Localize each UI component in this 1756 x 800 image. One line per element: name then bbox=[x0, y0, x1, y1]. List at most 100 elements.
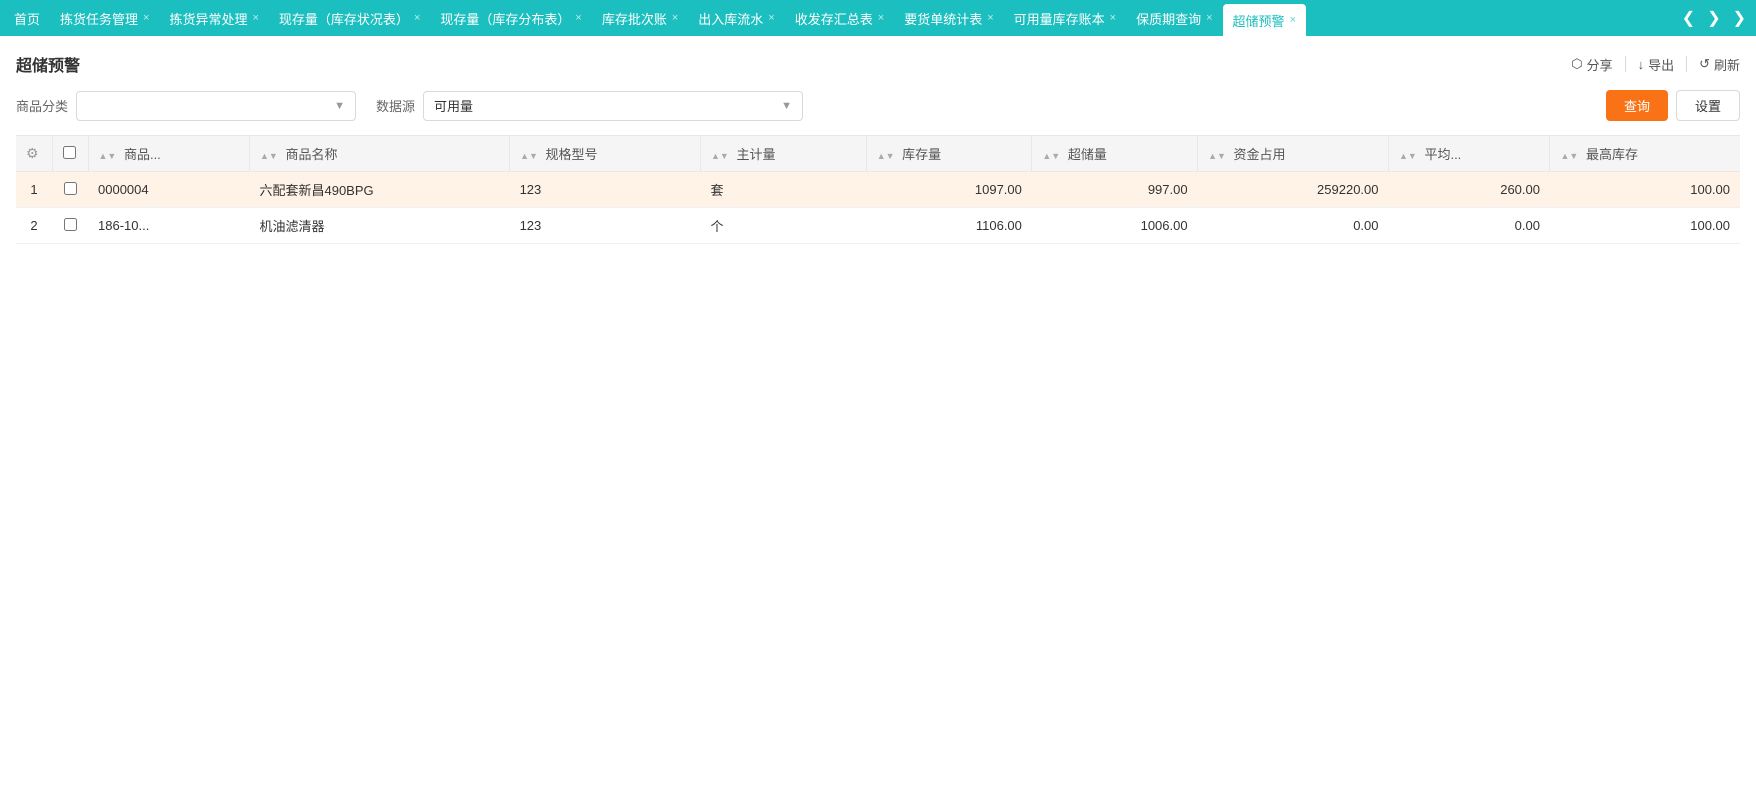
nav-batch[interactable]: 库存批次账 × bbox=[592, 0, 688, 36]
checkbox-col-header bbox=[52, 136, 88, 172]
close-icon[interactable]: × bbox=[768, 12, 774, 24]
col-over-stock: ▲▼ 超储量 bbox=[1032, 136, 1198, 172]
sort-icon[interactable]: ▲▼ bbox=[1560, 151, 1578, 161]
unit: 套 bbox=[700, 172, 866, 208]
close-icon[interactable]: × bbox=[252, 12, 258, 24]
spec: 123 bbox=[510, 208, 701, 244]
top-nav: 首页 拣货任务管理 × 拣货异常处理 × 现存量（库存状况表） × 现存量（库存… bbox=[0, 0, 1756, 36]
table-row[interactable]: 1 0000004 六配套新昌490BPG 123 套 1097.00 997.… bbox=[16, 172, 1740, 208]
datasource-filter-group: 数据源 可用量 ▼ bbox=[376, 91, 803, 121]
over-stock: 997.00 bbox=[1032, 172, 1198, 208]
gear-col-header: ⚙ bbox=[16, 136, 52, 172]
nav-exception[interactable]: 拣货异常处理 × bbox=[159, 0, 268, 36]
category-label: 商品分类 bbox=[16, 96, 68, 115]
table-row[interactable]: 2 186-10... 机油滤清器 123 个 1106.00 1006.00 … bbox=[16, 208, 1740, 244]
export-icon: ↓ bbox=[1638, 57, 1645, 72]
nav-stock-status[interactable]: 现存量（库存状况表） × bbox=[269, 0, 430, 36]
unit: 个 bbox=[700, 208, 866, 244]
close-icon[interactable]: × bbox=[878, 12, 884, 24]
col-unit: ▲▼ 主计量 bbox=[700, 136, 866, 172]
datasource-label: 数据源 bbox=[376, 96, 415, 115]
close-icon[interactable]: × bbox=[1110, 12, 1116, 24]
row-checkbox-cell bbox=[52, 172, 88, 208]
nav-stock-dist[interactable]: 现存量（库存分布表） × bbox=[430, 0, 591, 36]
close-icon[interactable]: × bbox=[987, 12, 993, 24]
nav-available-book[interactable]: 可用量库存账本 × bbox=[1004, 0, 1126, 36]
row-number: 1 bbox=[16, 172, 52, 208]
product-name: 六配套新昌490BPG bbox=[249, 172, 509, 208]
sort-icon[interactable]: ▲▼ bbox=[1399, 151, 1417, 161]
stock: 1106.00 bbox=[866, 208, 1032, 244]
close-icon[interactable]: × bbox=[575, 12, 581, 24]
avg: 260.00 bbox=[1389, 172, 1550, 208]
sort-icon[interactable]: ▲▼ bbox=[711, 151, 729, 161]
stock: 1097.00 bbox=[866, 172, 1032, 208]
sort-icon[interactable]: ▲▼ bbox=[260, 151, 278, 161]
divider bbox=[1625, 56, 1626, 72]
nav-overstock[interactable]: 超储预警 × bbox=[1223, 4, 1306, 36]
nav-more-arrow[interactable]: ❯ bbox=[1727, 0, 1752, 36]
gear-icon[interactable]: ⚙ bbox=[26, 145, 39, 161]
nav-expiry[interactable]: 保质期查询 × bbox=[1126, 0, 1222, 36]
table-header-row: ⚙ ▲▼ 商品... ▲▼ 商品名称 ▲▼ 规格型号 ▲▼ bbox=[16, 136, 1740, 172]
col-product-code: ▲▼ 商品... bbox=[88, 136, 249, 172]
nav-prev-arrow[interactable]: ❮ bbox=[1676, 0, 1701, 36]
filter-row: 商品分类 ▼ 数据源 可用量 ▼ 查询 设置 bbox=[16, 90, 1740, 121]
datasource-select[interactable]: 可用量 ▼ bbox=[423, 91, 803, 121]
sort-icon[interactable]: ▲▼ bbox=[99, 151, 117, 161]
over-stock: 1006.00 bbox=[1032, 208, 1198, 244]
chevron-down-icon: ▼ bbox=[334, 100, 345, 112]
share-button[interactable]: ⬡ 分享 bbox=[1571, 55, 1612, 74]
nav-task-mgmt[interactable]: 拣货任务管理 × bbox=[50, 0, 159, 36]
max-stock: 100.00 bbox=[1550, 208, 1740, 244]
nav-arrows: ❮ ❯ ❯ bbox=[1676, 0, 1752, 36]
col-spec: ▲▼ 规格型号 bbox=[510, 136, 701, 172]
category-filter-group: 商品分类 ▼ bbox=[16, 91, 356, 121]
sort-icon[interactable]: ▲▼ bbox=[520, 151, 538, 161]
nav-summary[interactable]: 收发存汇总表 × bbox=[785, 0, 894, 36]
export-button[interactable]: ↓ 导出 bbox=[1638, 55, 1675, 74]
row-number: 2 bbox=[16, 208, 52, 244]
product-name: 机油滤清器 bbox=[249, 208, 509, 244]
close-icon[interactable]: × bbox=[414, 12, 420, 24]
page-container: 超储预警 ⬡ 分享 ↓ 导出 ↺ 刷新 商品分类 ▼ bbox=[0, 36, 1756, 260]
data-table: ⚙ ▲▼ 商品... ▲▼ 商品名称 ▲▼ 规格型号 ▲▼ bbox=[16, 135, 1740, 244]
row-checkbox[interactable] bbox=[64, 218, 77, 231]
nav-next-arrow[interactable]: ❯ bbox=[1701, 0, 1726, 36]
avg: 0.00 bbox=[1389, 208, 1550, 244]
category-select[interactable]: ▼ bbox=[76, 91, 356, 121]
refresh-icon: ↺ bbox=[1699, 56, 1710, 72]
capital: 0.00 bbox=[1198, 208, 1389, 244]
close-icon[interactable]: × bbox=[1206, 12, 1212, 24]
sort-icon[interactable]: ▲▼ bbox=[1208, 151, 1226, 161]
page-title-row: 超储预警 ⬡ 分享 ↓ 导出 ↺ 刷新 bbox=[16, 52, 1740, 76]
settings-button[interactable]: 设置 bbox=[1676, 90, 1740, 121]
page-title: 超储预警 bbox=[16, 52, 80, 76]
nav-inout-flow[interactable]: 出入库流水 × bbox=[688, 0, 784, 36]
capital: 259220.00 bbox=[1198, 172, 1389, 208]
page-actions: ⬡ 分享 ↓ 导出 ↺ 刷新 bbox=[1571, 55, 1740, 74]
refresh-button[interactable]: ↺ 刷新 bbox=[1699, 55, 1740, 74]
close-icon[interactable]: × bbox=[143, 12, 149, 24]
sort-icon[interactable]: ▲▼ bbox=[877, 151, 895, 161]
close-icon[interactable]: × bbox=[672, 12, 678, 24]
row-checkbox-cell bbox=[52, 208, 88, 244]
col-max-stock: ▲▼ 最高库存 bbox=[1550, 136, 1740, 172]
col-capital: ▲▼ 资金占用 bbox=[1198, 136, 1389, 172]
select-all-checkbox[interactable] bbox=[63, 146, 76, 159]
nav-home[interactable]: 首页 bbox=[4, 0, 50, 36]
product-code: 186-10... bbox=[88, 208, 249, 244]
share-icon: ⬡ bbox=[1571, 56, 1582, 72]
chevron-down-icon: ▼ bbox=[781, 100, 792, 112]
close-icon[interactable]: × bbox=[1290, 14, 1296, 26]
col-avg: ▲▼ 平均... bbox=[1389, 136, 1550, 172]
row-checkbox[interactable] bbox=[64, 182, 77, 195]
col-product-name: ▲▼ 商品名称 bbox=[249, 136, 509, 172]
query-button[interactable]: 查询 bbox=[1606, 90, 1668, 121]
sort-icon[interactable]: ▲▼ bbox=[1042, 151, 1060, 161]
nav-requisition[interactable]: 要货单统计表 × bbox=[894, 0, 1003, 36]
datasource-value: 可用量 bbox=[434, 96, 473, 115]
divider bbox=[1686, 56, 1687, 72]
filter-actions: 查询 设置 bbox=[1606, 90, 1740, 121]
col-stock: ▲▼ 库存量 bbox=[866, 136, 1032, 172]
